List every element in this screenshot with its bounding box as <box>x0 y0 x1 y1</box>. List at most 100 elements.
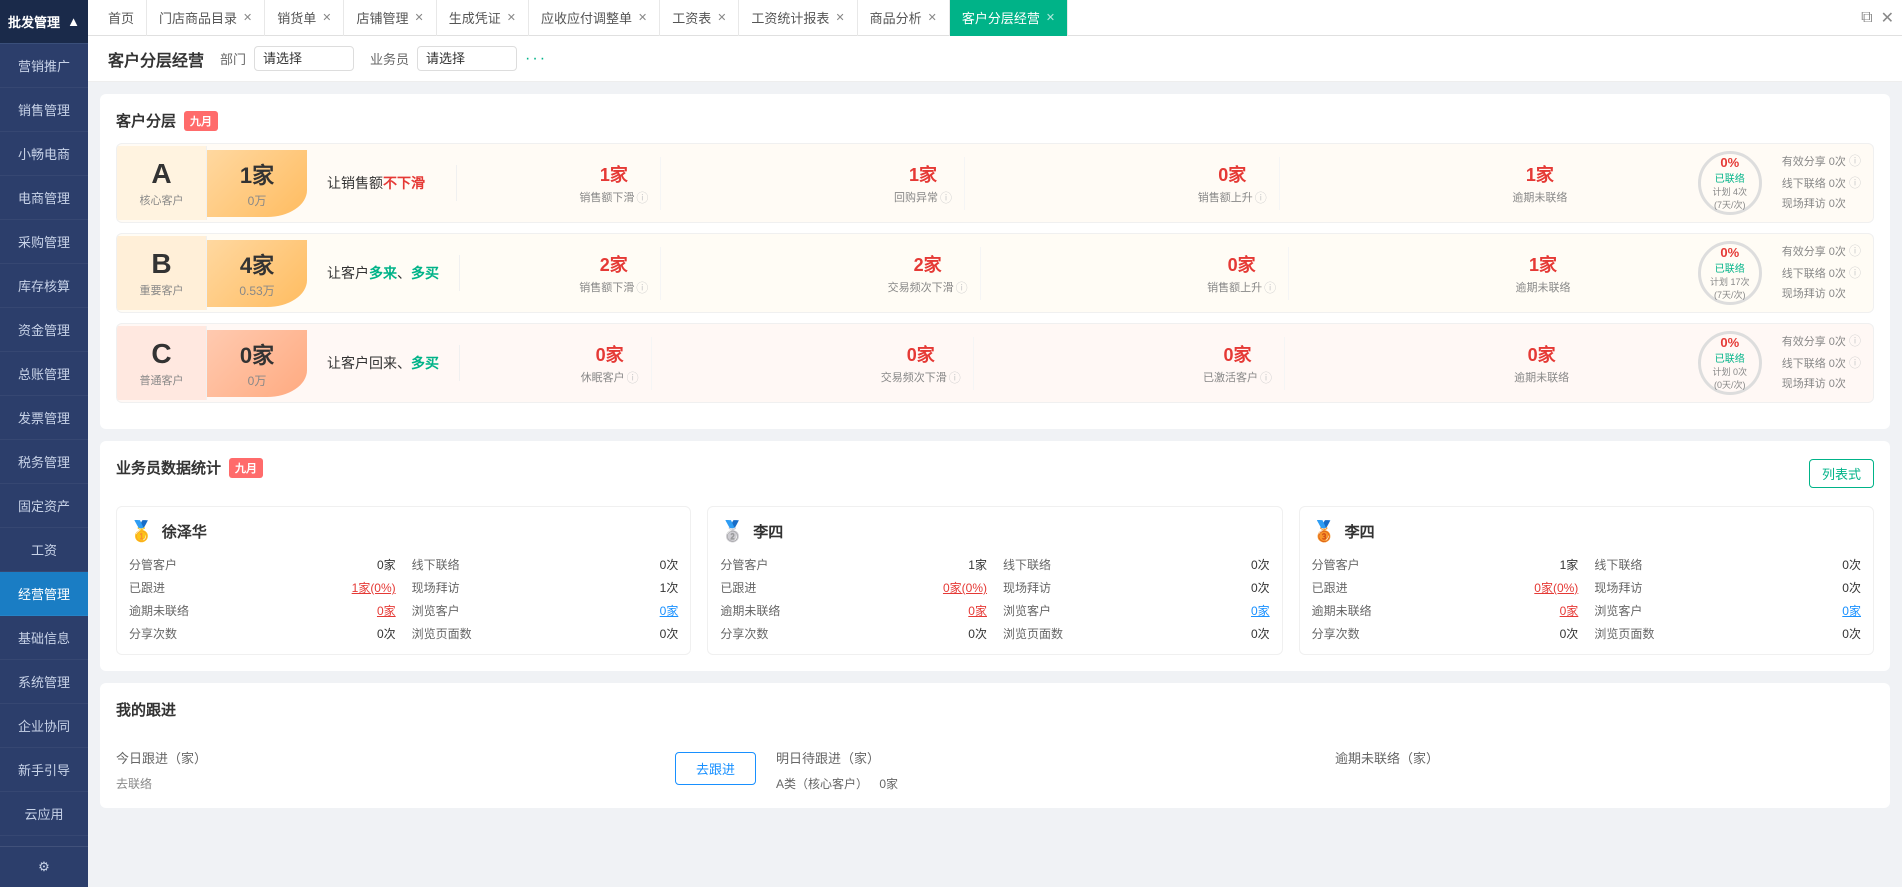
tab-close-icon[interactable]: ✕ <box>507 11 516 24</box>
tab-close-icon[interactable]: ✕ <box>415 11 424 24</box>
sidebar-item-sales[interactable]: 销售管理 <box>0 88 88 132</box>
today-subrow: 去联络 <box>116 775 655 792</box>
staff-val: 0次 <box>1842 625 1861 642</box>
tab-close-icon[interactable]: ✕ <box>322 11 331 24</box>
list-view-button[interactable]: 列表式 <box>1809 459 1874 488</box>
sidebar-item-ecommerce-small[interactable]: 小畅电商 <box>0 132 88 176</box>
tier-stats-b: 4家 0.53万 <box>207 240 307 307</box>
contact-circle-b: 0% 已联络 计划 17次(7天/次) <box>1698 241 1762 305</box>
tab-home[interactable]: 首页 <box>96 0 147 36</box>
tab-payroll[interactable]: 工资表 ✕ <box>660 0 739 36</box>
info-icon[interactable]: ⓘ <box>956 279 968 296</box>
tab-close-icon[interactable]: ✕ <box>928 11 937 24</box>
metric-b-3: 0家 销售额上升 ⓘ <box>1195 247 1289 300</box>
staff-val: 0次 <box>968 625 987 642</box>
sidebar-item-inventory[interactable]: 库存核算 <box>0 264 88 308</box>
staff-val: 0次 <box>377 625 396 642</box>
tab-window-icon[interactable]: ⧉ <box>1861 9 1872 27</box>
staff-val-link[interactable]: 0家 <box>1251 602 1270 619</box>
staff-label: 浏览客户 <box>1003 602 1051 619</box>
staff-val: 0次 <box>1560 625 1579 642</box>
sidebar-item-cloud[interactable]: 云应用 <box>0 792 88 836</box>
staff-val-link[interactable]: 0家(0%) <box>1534 579 1578 596</box>
info-icon[interactable]: ⓘ <box>636 279 648 296</box>
tab-ap-adjust[interactable]: 应收应付调整单 ✕ <box>529 0 660 36</box>
staff-row-share: 分享次数 0次 <box>720 625 987 642</box>
info-icon[interactable]: ⓘ <box>949 369 961 386</box>
sidebar-collapse-icon[interactable]: ▲ <box>67 14 80 29</box>
staff-label: 分享次数 <box>129 625 177 642</box>
sidebar-item-ledger[interactable]: 总账管理 <box>0 352 88 396</box>
tab-payroll-report[interactable]: 工资统计报表 ✕ <box>739 0 857 36</box>
staff-row-share: 分享次数 0次 <box>129 625 396 642</box>
staff-grid-1: 分管客户 1家 线下联络 0次 已跟进 0家(0%) 现场拜访 <box>720 556 1269 642</box>
staff-row-pages: 浏览页面数 0次 <box>412 625 679 642</box>
sidebar-item-salary[interactable]: 工资 <box>0 528 88 572</box>
dept-select[interactable]: 请选择 <box>254 46 354 71</box>
sidebar-item-ecommerce[interactable]: 电商管理 <box>0 176 88 220</box>
tab-sales-order[interactable]: 销货单 ✕ <box>265 0 344 36</box>
sidebar-item-tax[interactable]: 税务管理 <box>0 440 88 484</box>
staff-label: 已跟进 <box>1312 579 1348 596</box>
tab-close-icon[interactable]: ✕ <box>1046 11 1055 24</box>
staff-val-link[interactable]: 0家 <box>968 602 987 619</box>
staff-header-1: 🥈 李四 <box>720 519 1269 544</box>
tab-close-icon[interactable]: ✕ <box>717 11 726 24</box>
staff-label: 线下联络 <box>412 556 460 573</box>
staff-select[interactable]: 请选择 <box>417 46 517 71</box>
metric-a-3: 0家 销售额上升 ⓘ <box>1186 157 1280 210</box>
tab-voucher[interactable]: 生成凭证 ✕ <box>437 0 529 36</box>
tab-customer-tier[interactable]: 客户分层经营 ✕ <box>950 0 1068 36</box>
staff-val-link[interactable]: 0家 <box>1560 602 1579 619</box>
staff-row-pages: 浏览页面数 0次 <box>1594 625 1861 642</box>
sidebar: 批发管理 ▲ 营销推广 销售管理 小畅电商 电商管理 采购管理 库存核算 资金管… <box>0 0 88 887</box>
tab-close-icon[interactable]: ✕ <box>243 11 252 24</box>
staff-val-link[interactable]: 0家 <box>660 602 679 619</box>
staff-label: 逾期未联络 <box>720 602 780 619</box>
info-icon[interactable]: ⓘ <box>1260 369 1272 386</box>
metric-c-4: 0家 逾期未联络 <box>1502 337 1581 389</box>
staff-label: 分享次数 <box>1312 625 1360 642</box>
content: 客户分层经营 部门 请选择 业务员 请选择 ··· 客户分层 九月 <box>88 36 1902 887</box>
staff-name-1: 李四 <box>753 521 783 542</box>
metric-b-1: 2家 销售额下滑 ⓘ <box>567 247 661 300</box>
sidebar-settings[interactable]: ⚙ <box>0 846 88 887</box>
staff-val-link[interactable]: 0家 <box>377 602 396 619</box>
staff-val-link[interactable]: 0家 <box>1842 602 1861 619</box>
sidebar-header[interactable]: 批发管理 ▲ <box>0 0 88 44</box>
tomorrow-followup-col: 明日待跟进（家） A类（核心客户） 0家 <box>776 748 1315 792</box>
staff-section: 业务员数据统计 九月 列表式 🥇 徐泽华 分管客户 0家 <box>100 441 1890 671</box>
sidebar-item-finance[interactable]: 资金管理 <box>0 308 88 352</box>
tab-close-icon[interactable]: ✕ <box>835 11 844 24</box>
sidebar-item-newbie[interactable]: 新手引导 <box>0 748 88 792</box>
staff-card-0: 🥇 徐泽华 分管客户 0家 线下联络 0次 已跟进 <box>116 506 691 655</box>
metric-c-3: 0家 已激活客户 ⓘ <box>1191 337 1285 390</box>
info-icon[interactable]: ⓘ <box>627 369 639 386</box>
sidebar-item-purchase[interactable]: 采购管理 <box>0 220 88 264</box>
sidebar-item-assets[interactable]: 固定资产 <box>0 484 88 528</box>
sidebar-item-management[interactable]: 经营管理 <box>0 572 88 616</box>
staff-val-link[interactable]: 1家(0%) <box>352 579 396 596</box>
info-icon[interactable]: ⓘ <box>1264 279 1276 296</box>
sidebar-item-collab[interactable]: 企业协同 <box>0 704 88 748</box>
staff-val: 0次 <box>1251 625 1270 642</box>
tab-store-manage[interactable]: 店铺管理 ✕ <box>344 0 436 36</box>
info-icon[interactable]: ⓘ <box>940 189 952 206</box>
sidebar-item-system[interactable]: 系统管理 <box>0 660 88 704</box>
info-icon[interactable]: ⓘ <box>636 189 648 206</box>
sidebar-item-invoice[interactable]: 发票管理 <box>0 396 88 440</box>
goto-followup-button[interactable]: 去跟进 <box>675 752 756 785</box>
sidebar-item-marketing[interactable]: 营销推广 <box>0 44 88 88</box>
tab-close-icon[interactable]: ✕ <box>638 11 647 24</box>
staff-label: 浏览页面数 <box>1003 625 1063 642</box>
tab-product-analysis[interactable]: 商品分析 ✕ <box>858 0 950 36</box>
tab-store-products[interactable]: 门店商品目录 ✕ <box>147 0 265 36</box>
staff-row-followed: 已跟进 0家(0%) <box>720 579 987 596</box>
filter-more-btn[interactable]: ··· <box>525 50 547 68</box>
tab-close-all-icon[interactable]: ✕ <box>1881 8 1894 28</box>
staff-row-browse: 浏览客户 0家 <box>1594 602 1861 619</box>
staff-val-link[interactable]: 0家(0%) <box>943 579 987 596</box>
sidebar-item-basic[interactable]: 基础信息 <box>0 616 88 660</box>
metric-b-4: 1家 逾期未联络 <box>1504 247 1583 299</box>
info-icon[interactable]: ⓘ <box>1255 189 1267 206</box>
